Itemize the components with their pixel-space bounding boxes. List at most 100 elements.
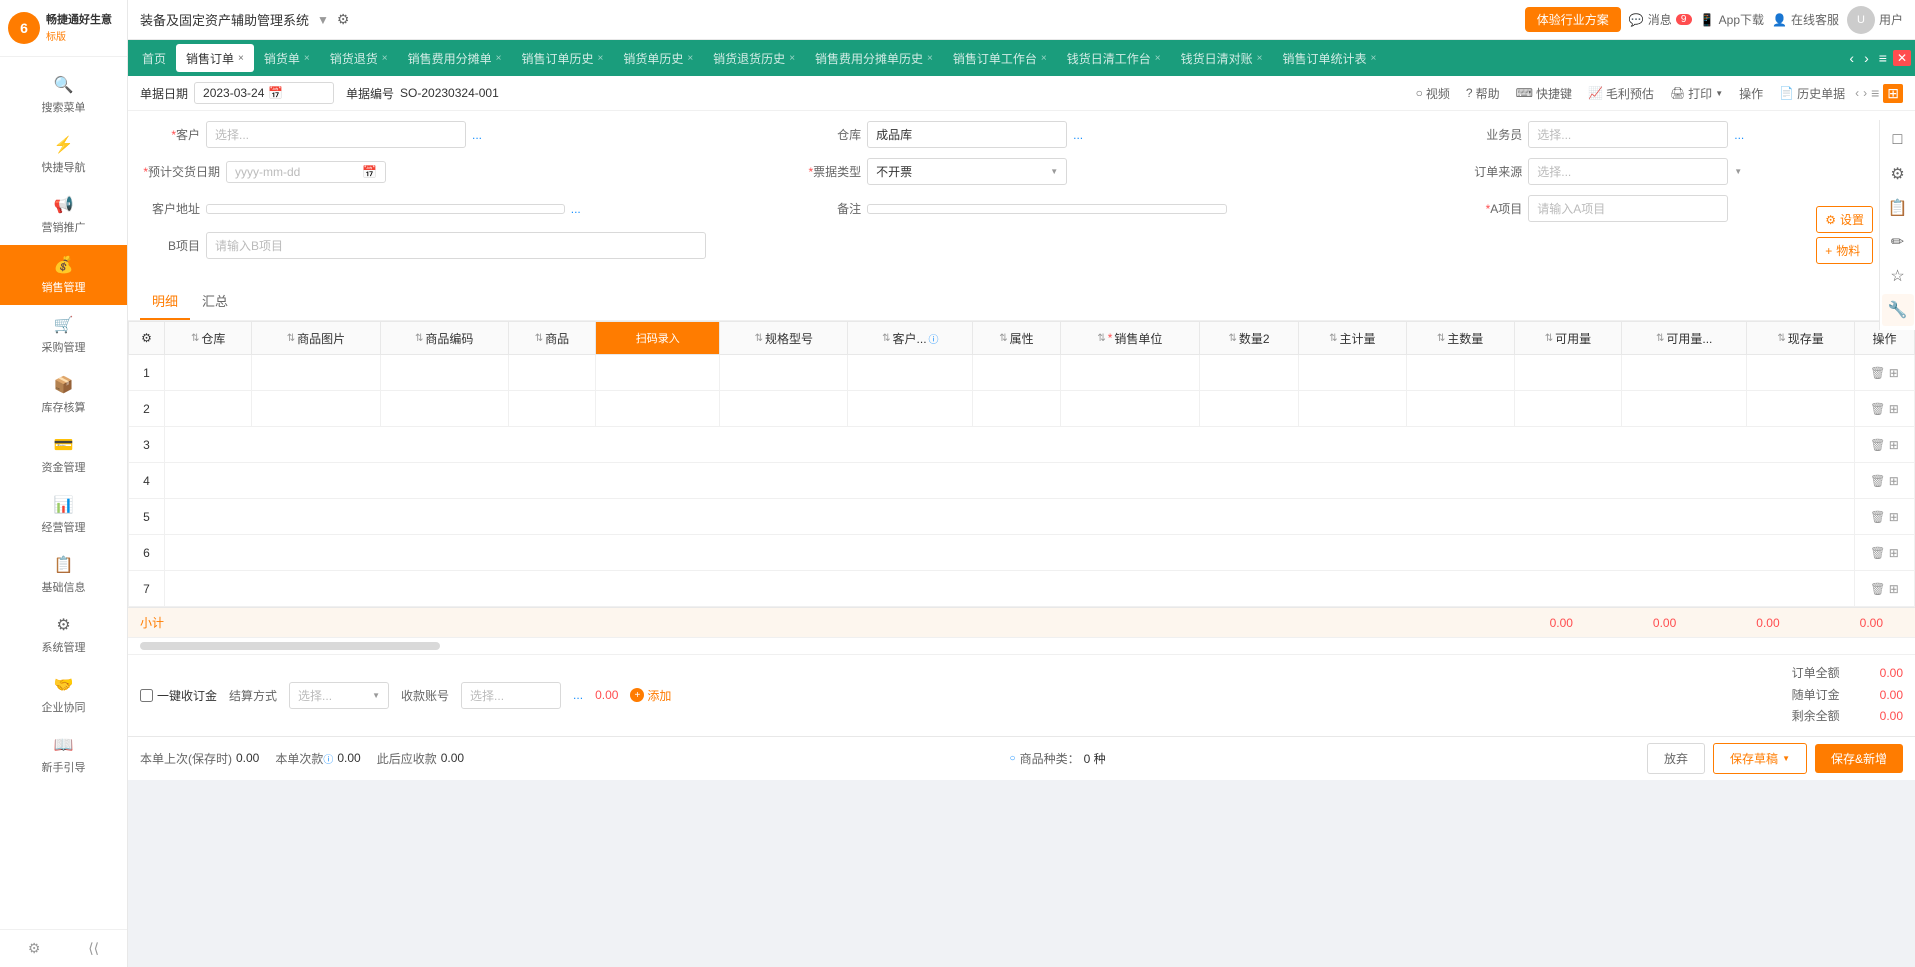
- sidebar-item-sales[interactable]: 💰 销售管理: [0, 245, 127, 305]
- cell-image[interactable]: [252, 391, 380, 427]
- tab-close-icon[interactable]: ×: [304, 53, 310, 64]
- tab-close-icon[interactable]: ×: [687, 53, 693, 64]
- empty-cells[interactable]: [165, 571, 1855, 607]
- tab-close-icon[interactable]: ×: [1155, 53, 1161, 64]
- address-more-btn[interactable]: ...: [571, 202, 581, 216]
- customer-more-btn[interactable]: ...: [472, 128, 482, 142]
- col-customer-code[interactable]: ⇅ 客户... ⓘ: [848, 322, 973, 355]
- tab-close-icon[interactable]: ×: [496, 53, 502, 64]
- cell-image[interactable]: [252, 355, 380, 391]
- empty-cells[interactable]: [165, 463, 1855, 499]
- col-available2[interactable]: ⇅ 可用量...: [1622, 322, 1747, 355]
- grid-view-icon[interactable]: ≡: [1871, 85, 1879, 101]
- cell-main-qty[interactable]: [1406, 355, 1514, 391]
- right-panel-edit-btn[interactable]: ✏: [1882, 226, 1914, 258]
- col-qty2[interactable]: ⇅ 数量2: [1200, 322, 1299, 355]
- cell-spec[interactable]: [720, 355, 848, 391]
- cell-available2[interactable]: [1622, 391, 1747, 427]
- topbar-settings-icon[interactable]: ⚙: [337, 11, 350, 28]
- tab-summary[interactable]: 汇总: [190, 283, 240, 320]
- empty-cells[interactable]: [165, 535, 1855, 571]
- industry-btn[interactable]: 体验行业方案: [1525, 7, 1621, 32]
- delete-icon[interactable]: 🗑: [1870, 366, 1885, 380]
- col-scan[interactable]: 扫码录入: [596, 322, 720, 355]
- tab-close-icon[interactable]: ×: [1370, 53, 1376, 64]
- right-panel-expand-btn[interactable]: □: [1882, 124, 1914, 156]
- tab-close-icon[interactable]: ×: [927, 53, 933, 64]
- cell-stock[interactable]: [1747, 355, 1855, 391]
- col-warehouse[interactable]: ⇅ 仓库: [165, 322, 252, 355]
- delete-icon[interactable]: 🗑: [1870, 582, 1885, 596]
- tab-prev-btn[interactable]: ‹: [1845, 48, 1858, 68]
- tab-close-icon[interactable]: ×: [238, 53, 244, 64]
- cell-attr[interactable]: [973, 391, 1060, 427]
- tab-cash-workbench[interactable]: 钱货日清工作台 ×: [1057, 44, 1171, 72]
- col-image[interactable]: ⇅ 商品图片: [252, 322, 380, 355]
- sidebar-item-purchase[interactable]: 🛒 采购管理: [0, 305, 127, 365]
- cell-customer-code[interactable]: [848, 391, 973, 427]
- col-stock[interactable]: ⇅ 现存量: [1747, 322, 1855, 355]
- cell-code[interactable]: [380, 355, 508, 391]
- copy-row-icon[interactable]: ⊞: [1889, 582, 1899, 596]
- cell-customer-code[interactable]: [848, 355, 973, 391]
- dropdown-arrow-icon[interactable]: ▼: [317, 13, 329, 27]
- cell-qty2[interactable]: [1200, 355, 1299, 391]
- one-click-checkbox[interactable]: 一键收订金: [140, 687, 217, 704]
- empty-cells[interactable]: [165, 427, 1855, 463]
- tab-close-icon[interactable]: ×: [382, 53, 388, 64]
- right-panel-star-btn[interactable]: ☆: [1882, 260, 1914, 292]
- discard-btn[interactable]: 放弃: [1647, 743, 1705, 774]
- b-project-input[interactable]: 请输入B项目: [206, 232, 706, 259]
- delete-icon[interactable]: 🗑: [1870, 546, 1885, 560]
- sidebar-item-finance[interactable]: 💳 资金管理: [0, 425, 127, 485]
- right-panel-copy-btn[interactable]: 📋: [1882, 192, 1914, 224]
- history-btn[interactable]: 📄 历史单据: [1773, 83, 1851, 104]
- tab-close-icon[interactable]: ×: [1041, 53, 1047, 64]
- tab-home[interactable]: 首页: [132, 44, 176, 72]
- tab-close-icon[interactable]: ×: [789, 53, 795, 64]
- tab-close-all-btn[interactable]: ✕: [1893, 50, 1911, 66]
- cell-warehouse[interactable]: [165, 355, 252, 391]
- col-unit[interactable]: ⇅ * 销售单位: [1060, 322, 1200, 355]
- col-spec[interactable]: ⇅ 规格型号: [720, 322, 848, 355]
- print-btn[interactable]: 🖨 打印 ▼: [1664, 83, 1729, 104]
- settings-btn[interactable]: ⚙ 设置: [1816, 206, 1873, 233]
- help-btn[interactable]: ? 帮助: [1460, 83, 1506, 104]
- cell-stock[interactable]: [1747, 391, 1855, 427]
- delete-icon[interactable]: 🗑: [1870, 474, 1885, 488]
- sidebar-item-system[interactable]: ⚙ 系统管理: [0, 605, 127, 665]
- copy-row-icon[interactable]: ⊞: [1889, 438, 1899, 452]
- sidebar-item-nav[interactable]: ⚡ 快捷导航: [0, 125, 127, 185]
- amount-more-btn[interactable]: ...: [573, 688, 583, 702]
- right-panel-settings-btn[interactable]: ⚙: [1882, 158, 1914, 190]
- tab-reconcile[interactable]: 钱货日清对账 ×: [1171, 44, 1273, 72]
- right-panel-tool-btn[interactable]: 🔧: [1882, 294, 1914, 326]
- card-view-icon[interactable]: ⊞: [1883, 84, 1903, 103]
- sidebar-item-guide[interactable]: 📖 新手引导: [0, 725, 127, 785]
- cell-main-unit[interactable]: [1298, 355, 1406, 391]
- cell-available[interactable]: [1514, 391, 1622, 427]
- tab-expense-history[interactable]: 销售费用分摊单历史 ×: [805, 44, 943, 72]
- cell-qty2[interactable]: [1200, 391, 1299, 427]
- collapse-btn[interactable]: ⟨⟨: [88, 940, 99, 957]
- user-btn[interactable]: U 用户: [1847, 6, 1903, 34]
- copy-row-icon[interactable]: ⊞: [1889, 510, 1899, 524]
- order-source-input[interactable]: 选择...: [1528, 158, 1728, 185]
- warehouse-input[interactable]: 成品库: [867, 121, 1067, 148]
- add-material-btn[interactable]: + 物料: [1816, 237, 1873, 264]
- sidebar-item-search[interactable]: 🔍 搜索菜单: [0, 65, 127, 125]
- tab-close-icon[interactable]: ×: [1257, 53, 1263, 64]
- tab-expense[interactable]: 销售费用分摊单 ×: [398, 44, 512, 72]
- tab-return-history[interactable]: 销货退货历史 ×: [703, 44, 805, 72]
- cell-spec[interactable]: [720, 391, 848, 427]
- cell-product[interactable]: [508, 355, 595, 391]
- copy-row-icon[interactable]: ⊞: [1889, 366, 1899, 380]
- copy-row-icon[interactable]: ⊞: [1889, 474, 1899, 488]
- nav-prev-icon[interactable]: ‹: [1855, 86, 1859, 100]
- table-container[interactable]: ⚙ ⇅ 仓库 ⇅ 商品图: [128, 321, 1915, 607]
- view-btn[interactable]: ○ 视频: [1410, 83, 1456, 104]
- notification-btn[interactable]: 💬 消息 9: [1629, 11, 1692, 28]
- settings-bottom-btn[interactable]: ⚙: [28, 940, 41, 957]
- save-draft-btn[interactable]: 保存草稿 ▼: [1713, 743, 1807, 774]
- cell-available2[interactable]: [1622, 355, 1747, 391]
